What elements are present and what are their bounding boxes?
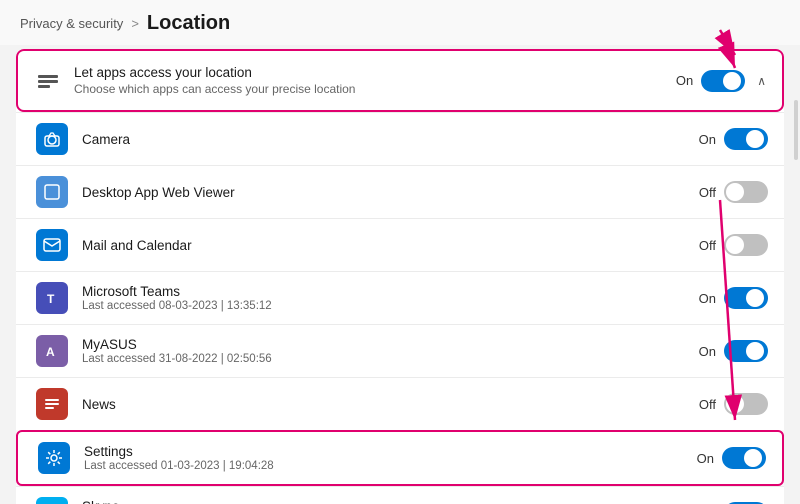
location-access-subtitle: Choose which apps can access your precis… [74,82,676,96]
location-access-section: Let apps access your location Choose whi… [16,49,784,504]
app-icon [38,442,70,474]
app-row[interactable]: SettingsLast accessed 01-03-2023 | 19:04… [16,430,784,486]
app-toggle[interactable] [724,340,768,362]
app-status: On [697,451,714,466]
scroll-indicator[interactable] [794,100,798,160]
app-info: Microsoft TeamsLast accessed 08-03-2023 … [82,284,699,312]
location-access-controls: On ∧ [676,70,766,92]
app-status: Off [699,238,716,253]
app-controls: On [699,340,768,362]
app-info: Mail and Calendar [82,238,699,253]
app-last-access: Last accessed 08-03-2023 | 13:35:12 [82,300,699,312]
app-last-access: Last accessed 01-03-2023 | 19:04:28 [84,460,697,472]
app-info: SettingsLast accessed 01-03-2023 | 19:04… [84,444,697,472]
app-info: SkypeLast accessed 11-03-2023 | 17:33:30 [82,499,699,504]
app-row[interactable]: Mail and CalendarOff [16,218,784,271]
app-toggle[interactable] [724,181,768,203]
app-status: On [699,344,716,359]
app-status: On [699,132,716,147]
app-toggle[interactable] [724,234,768,256]
app-controls: Off [699,393,768,415]
app-controls: On [699,128,768,150]
app-icon [36,229,68,261]
location-section-icon [34,67,62,95]
app-name: News [82,397,699,412]
app-controls: On [699,287,768,309]
app-row[interactable]: NewsOff [16,377,784,430]
location-access-chevron[interactable]: ∧ [757,74,766,88]
location-access-text: Let apps access your location Choose whi… [74,65,676,96]
svg-text:A: A [46,345,55,359]
app-toggle[interactable] [724,128,768,150]
app-info: Camera [82,132,699,147]
svg-text:T: T [47,292,55,306]
app-icon [36,176,68,208]
app-name: Mail and Calendar [82,238,699,253]
location-access-status: On [676,73,693,88]
app-controls: Off [699,234,768,256]
location-access-toggle[interactable] [701,70,745,92]
app-row[interactable]: T Microsoft TeamsLast accessed 08-03-2023… [16,271,784,324]
app-info: MyASUSLast accessed 31-08-2022 | 02:50:5… [82,337,699,365]
app-name: Microsoft Teams [82,284,699,299]
app-row[interactable]: A MyASUSLast accessed 31-08-2022 | 02:50:… [16,324,784,377]
app-name: Desktop App Web Viewer [82,185,699,200]
apps-list: CameraOnDesktop App Web ViewerOffMail an… [16,112,784,504]
app-icon [36,123,68,155]
location-access-header[interactable]: Let apps access your location Choose whi… [16,49,784,112]
location-access-title: Let apps access your location [74,65,676,80]
app-controls: Off [699,181,768,203]
app-status: On [699,291,716,306]
breadcrumb-parent[interactable]: Privacy & security [20,16,123,31]
app-toggle[interactable] [722,447,766,469]
page-title: Location [147,12,230,35]
breadcrumb-separator: > [131,16,139,31]
app-name: MyASUS [82,337,699,352]
app-icon [36,388,68,420]
app-name: Skype [82,499,699,504]
app-row[interactable]: Desktop App Web ViewerOff [16,165,784,218]
app-name: Camera [82,132,699,147]
app-icon: S [36,497,68,504]
app-toggle[interactable] [724,287,768,309]
app-name: Settings [84,444,697,459]
content-area: Let apps access your location Choose whi… [0,45,800,504]
app-icon: T [36,282,68,314]
app-last-access: Last accessed 31-08-2022 | 02:50:56 [82,353,699,365]
app-row[interactable]: CameraOn [16,112,784,165]
app-toggle[interactable] [724,393,768,415]
app-status: Off [699,397,716,412]
app-icon: A [36,335,68,367]
app-status: Off [699,185,716,200]
app-info: News [82,397,699,412]
app-info: Desktop App Web Viewer [82,185,699,200]
breadcrumb: Privacy & security > Location [0,0,800,45]
app-row[interactable]: S SkypeLast accessed 11-03-2023 | 17:33:3… [16,486,784,504]
app-controls: On [697,447,766,469]
